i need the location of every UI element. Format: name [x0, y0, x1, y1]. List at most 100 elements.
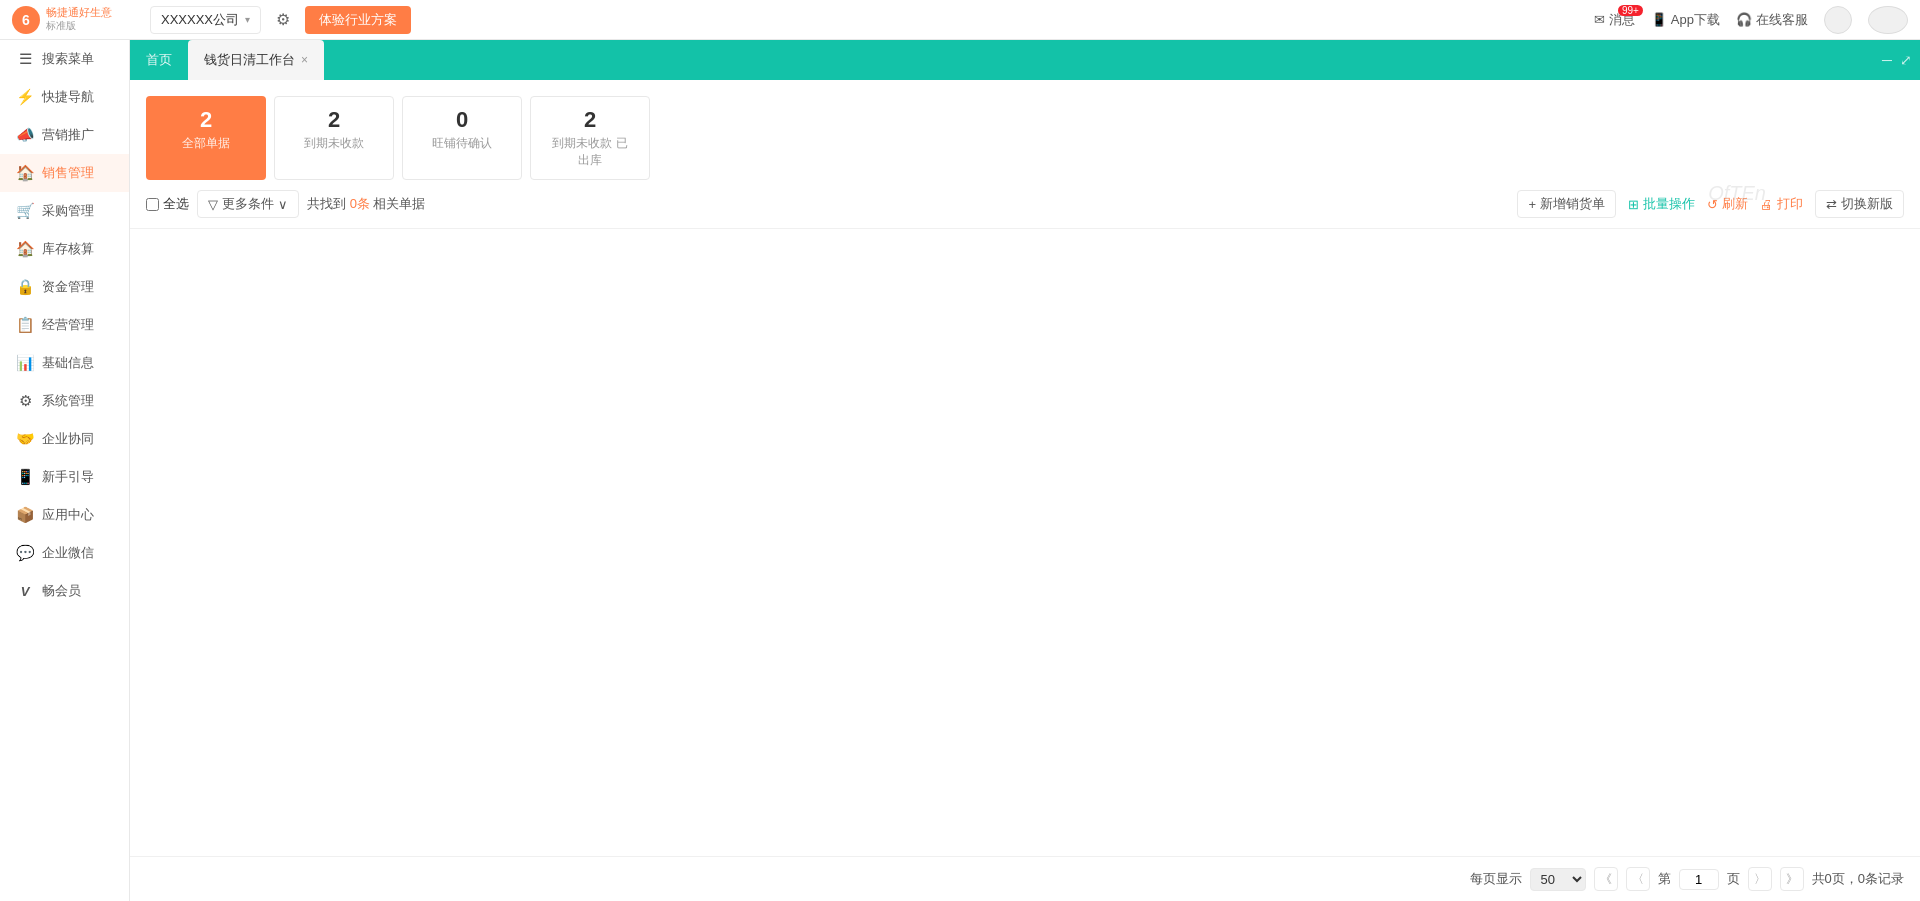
main-content: 2 全部单据 2 到期未收款 0 旺铺待确认 2 到期未收款 已出库 全选 — [130, 0, 1920, 901]
page-number-input[interactable] — [1679, 869, 1719, 890]
sidebar-item-guide[interactable]: 📱 新手引导 — [0, 458, 129, 496]
tab-home[interactable]: 首页 — [130, 40, 188, 80]
basic-info-icon: 📊 — [16, 354, 34, 372]
next-page-button[interactable]: 〉 — [1748, 867, 1772, 891]
found-suffix: 相关单据 — [373, 196, 425, 211]
batch-operation-button[interactable]: ⊞ 批量操作 — [1628, 195, 1695, 213]
table-area — [130, 229, 1920, 729]
user-menu[interactable] — [1868, 6, 1908, 34]
member-icon: V — [16, 584, 34, 599]
close-tab-icon[interactable]: × — [301, 53, 308, 67]
stat-number-pending: 0 — [419, 107, 505, 133]
found-text: 共找到 0条 相关单据 — [307, 195, 425, 213]
stat-card-pending[interactable]: 0 旺铺待确认 — [402, 96, 522, 180]
weixin-icon: 💬 — [16, 544, 34, 562]
stat-label-pending: 旺铺待确认 — [419, 135, 505, 152]
logo-text: 畅捷通好生意 — [46, 6, 112, 19]
last-page-button[interactable]: 》 — [1780, 867, 1804, 891]
chevron-icon: ∨ — [278, 197, 288, 212]
batch-label: 批量操作 — [1643, 195, 1695, 213]
sidebar-item-basic-info[interactable]: 📊 基础信息 — [0, 344, 129, 382]
company-selector[interactable]: XXXXXX公司 ▾ — [150, 6, 261, 34]
system-icon: ⚙ — [16, 392, 34, 410]
message-button[interactable]: ✉ 消息 99+ — [1594, 11, 1635, 29]
sidebar-item-label: 销售管理 — [42, 164, 94, 182]
sidebar-item-search-menu[interactable]: ☰ 搜索菜单 — [0, 40, 129, 78]
prev-page-icon: 〈 — [1632, 871, 1644, 888]
per-page-select[interactable]: 50 10 20 100 — [1530, 868, 1586, 891]
chevron-down-icon: ▾ — [245, 14, 250, 25]
sidebar-item-purchase[interactable]: 🛒 采购管理 — [0, 192, 129, 230]
sidebar-item-app-center[interactable]: 📦 应用中心 — [0, 496, 129, 534]
stat-card-all[interactable]: 2 全部单据 — [146, 96, 266, 180]
app-download-button[interactable]: 📱 App下载 — [1651, 11, 1720, 29]
app-download-label: App下载 — [1671, 11, 1720, 29]
finance-icon: 🔒 — [16, 278, 34, 296]
logo-icon: 6 — [12, 6, 40, 34]
add-label: 新增销货单 — [1540, 195, 1605, 213]
sidebar-item-label: 基础信息 — [42, 354, 94, 372]
stat-card-overdue-stock[interactable]: 2 到期未收款 已出库 — [530, 96, 650, 180]
tab-controls: ─ ⤢ — [1882, 52, 1920, 68]
add-sale-button[interactable]: + 新增销货单 — [1517, 190, 1616, 218]
online-service-button[interactable]: 🎧 在线客服 — [1736, 11, 1808, 29]
toolbar-right: + 新增销货单 ⊞ 批量操作 ↺ 刷新 🖨 打印 ⇄ 切换新版 — [1517, 190, 1904, 218]
top-header: 6 畅捷通好生意 标准版 XXXXXX公司 ▾ ⚙ 体验行业方案 ✉ 消息 99… — [0, 0, 1920, 40]
sidebar-item-cooperation[interactable]: 🤝 企业协同 — [0, 420, 129, 458]
sidebar-item-quick-nav[interactable]: ⚡ 快捷导航 — [0, 78, 129, 116]
pagination-bar: 每页显示 50 10 20 100 《 〈 第 页 〉 》 共0页，0条记录 — [130, 856, 1920, 901]
logo-area: 6 畅捷通好生意 标准版 — [12, 6, 142, 34]
sidebar-item-label: 系统管理 — [42, 392, 94, 410]
trial-button[interactable]: 体验行业方案 — [305, 6, 411, 34]
purchase-icon: 🛒 — [16, 202, 34, 220]
filter-button[interactable]: ▽ 更多条件 ∨ — [197, 190, 299, 218]
lightning-icon: ⚡ — [16, 88, 34, 106]
stats-row: 2 全部单据 2 到期未收款 0 旺铺待确认 2 到期未收款 已出库 — [130, 80, 1920, 180]
sidebar-item-label: 新手引导 — [42, 468, 94, 486]
app-center-icon: 📦 — [16, 506, 34, 524]
download-icon: 📱 — [1651, 12, 1667, 27]
per-page-label: 每页显示 — [1470, 870, 1522, 888]
tab-home-label: 首页 — [146, 51, 172, 69]
next-page-icon: 〉 — [1754, 871, 1766, 888]
sidebar-item-system[interactable]: ⚙ 系统管理 — [0, 382, 129, 420]
switch-version-button[interactable]: ⇄ 切换新版 — [1815, 190, 1904, 218]
sidebar-item-label: 经营管理 — [42, 316, 94, 334]
tab-workbench[interactable]: 钱货日清工作台 × — [188, 40, 324, 80]
stat-label-overdue-stock: 到期未收款 已出库 — [547, 135, 633, 169]
expand-icon[interactable]: ⤢ — [1900, 52, 1912, 68]
first-page-icon: 《 — [1600, 871, 1612, 888]
message-badge: 99+ — [1618, 5, 1643, 16]
found-prefix: 共找到 — [307, 196, 346, 211]
first-page-button[interactable]: 《 — [1594, 867, 1618, 891]
logo-sub: 标准版 — [46, 19, 112, 33]
sidebar-item-weixin[interactable]: 💬 企业微信 — [0, 534, 129, 572]
sidebar-item-label: 搜索菜单 — [42, 50, 94, 68]
sidebar-item-sales[interactable]: 🏠 销售管理 — [0, 154, 129, 192]
sidebar-item-marketing[interactable]: 📣 营销推广 — [0, 116, 129, 154]
sales-icon: 🏠 — [16, 164, 34, 182]
stat-card-overdue[interactable]: 2 到期未收款 — [274, 96, 394, 180]
select-all-label: 全选 — [163, 195, 189, 213]
last-page-icon: 》 — [1786, 871, 1798, 888]
message-icon: ✉ — [1594, 12, 1605, 27]
found-count: 0条 — [350, 196, 370, 211]
refresh-button[interactable]: ↺ 刷新 — [1707, 195, 1748, 213]
print-button[interactable]: 🖨 打印 — [1760, 195, 1803, 213]
sidebar-item-member[interactable]: V 畅会员 — [0, 572, 129, 610]
gear-icon: ⚙ — [276, 10, 290, 29]
stat-number-overdue: 2 — [291, 107, 377, 133]
sidebar-item-finance[interactable]: 🔒 资金管理 — [0, 268, 129, 306]
sidebar-item-operations[interactable]: 📋 经营管理 — [0, 306, 129, 344]
sidebar: ☰ 搜索菜单 ⚡ 快捷导航 📣 营销推广 🏠 销售管理 🛒 采购管理 🏠 库存核… — [0, 0, 130, 901]
minimize-icon[interactable]: ─ — [1882, 52, 1892, 68]
header-right: ✉ 消息 99+ 📱 App下载 🎧 在线客服 — [1594, 6, 1908, 34]
select-all-input[interactable] — [146, 198, 159, 211]
sidebar-item-label: 企业协同 — [42, 430, 94, 448]
avatar[interactable] — [1824, 6, 1852, 34]
prev-page-button[interactable]: 〈 — [1626, 867, 1650, 891]
print-label: 打印 — [1777, 195, 1803, 213]
sidebar-item-inventory[interactable]: 🏠 库存核算 — [0, 230, 129, 268]
settings-button[interactable]: ⚙ — [269, 6, 297, 34]
select-all-checkbox[interactable]: 全选 — [146, 195, 189, 213]
